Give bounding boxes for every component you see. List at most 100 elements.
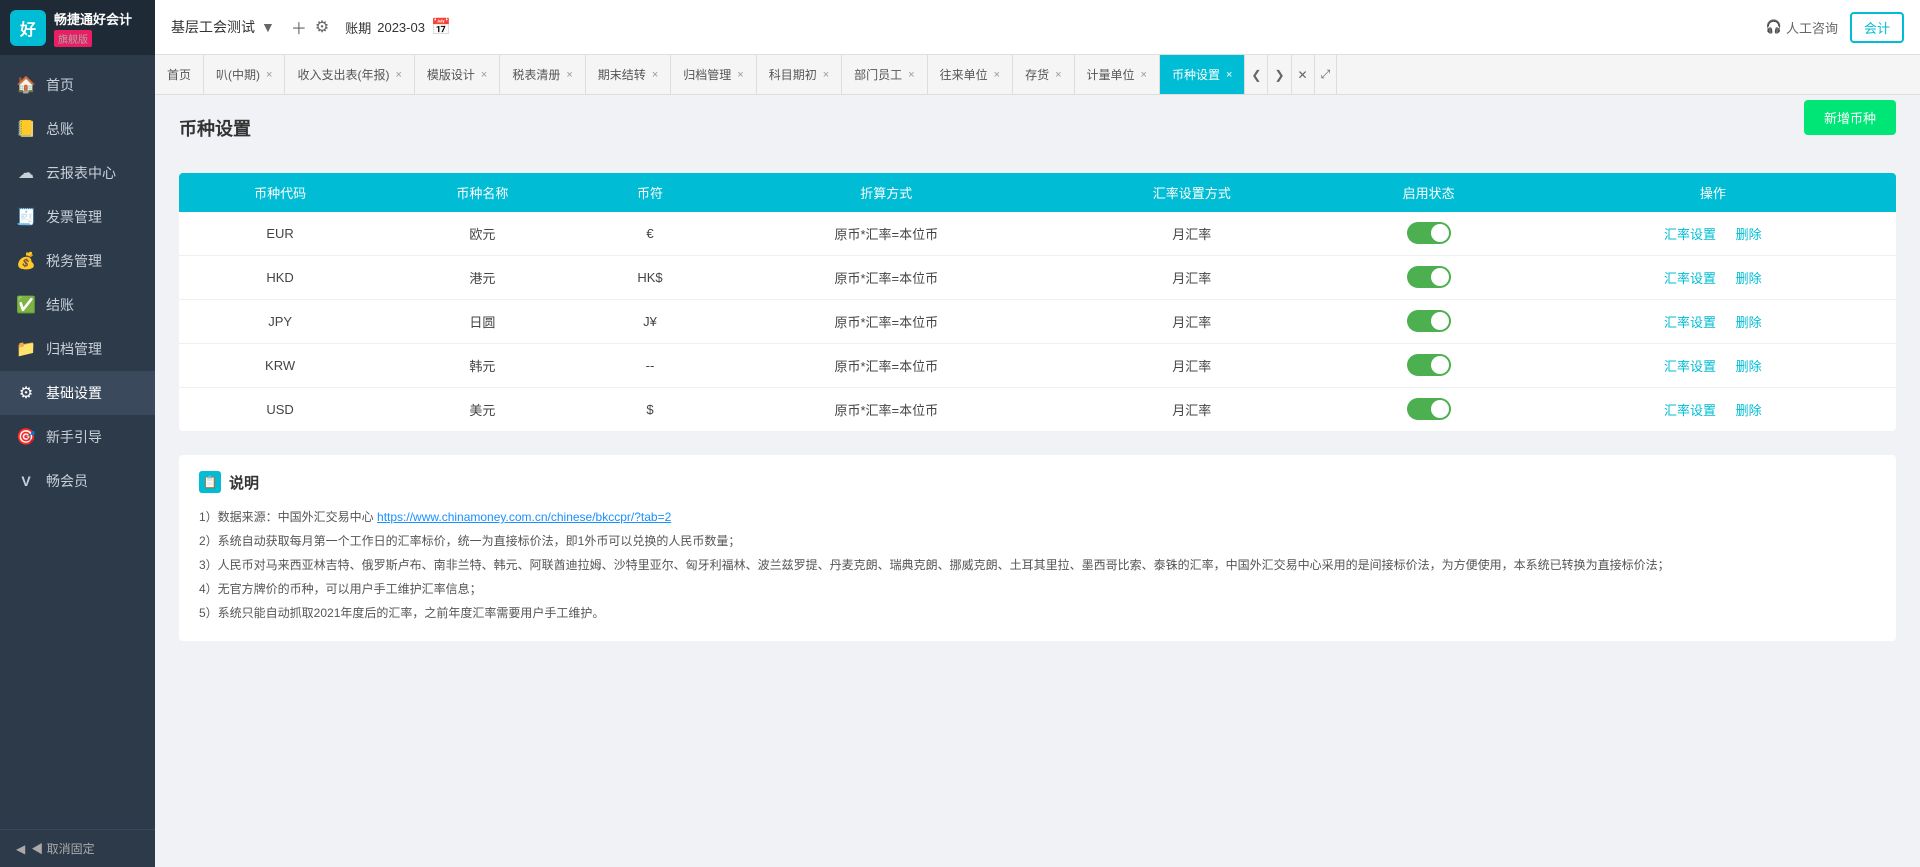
tab-period-end[interactable]: 期末结转 ×: [586, 55, 671, 95]
enabled-toggle[interactable]: [1407, 398, 1451, 420]
app-logo-text: 畅捷通好会计 旗舰版: [54, 9, 132, 47]
cell-enabled: [1327, 256, 1529, 300]
delete-link[interactable]: 删除: [1736, 403, 1762, 418]
account-button[interactable]: 会计: [1850, 12, 1904, 43]
col-actions: 操作: [1530, 173, 1896, 212]
rate-setting-link[interactable]: 汇率设置: [1664, 359, 1716, 374]
delete-link[interactable]: 删除: [1736, 315, 1762, 330]
tab-inventory[interactable]: 存货 ×: [1013, 55, 1074, 95]
page-title: 币种设置: [179, 115, 251, 141]
member-icon: V: [16, 471, 36, 491]
settings-icon: ⚙: [16, 383, 36, 403]
tab-unit[interactable]: 计量单位 ×: [1075, 55, 1160, 95]
tab-close-dept[interactable]: ×: [908, 69, 914, 81]
sidebar-item-home[interactable]: 🏠 首页: [0, 63, 155, 107]
tab-tax-list[interactable]: 税表清册 ×: [500, 55, 585, 95]
toggle-thumb: [1431, 312, 1449, 330]
cell-rate-type: 月汇率: [1056, 344, 1327, 388]
sidebar-nav: 🏠 首页 📒 总账 ☁ 云报表中心 🧾 发票管理 💰 税务管理 ✅ 结账 📁 归…: [0, 55, 155, 829]
rate-setting-link[interactable]: 汇率设置: [1664, 315, 1716, 330]
tab-close-subject[interactable]: ×: [823, 69, 829, 81]
period-label: 账期: [345, 18, 371, 37]
rate-setting-link[interactable]: 汇率设置: [1664, 227, 1716, 242]
tab-close-annual[interactable]: ×: [395, 69, 401, 81]
enabled-toggle[interactable]: [1407, 266, 1451, 288]
cell-code: HKD: [179, 256, 381, 300]
tab-nav-next[interactable]: ❯: [1268, 55, 1291, 95]
period-selector[interactable]: 账期 2023-03 📅: [345, 17, 451, 37]
tab-subject-init[interactable]: 科目期初 ×: [757, 55, 842, 95]
tab-close-archive[interactable]: ×: [737, 69, 743, 81]
archive-icon: 📁: [16, 339, 36, 359]
sidebar-item-archive[interactable]: 📁 归档管理: [0, 327, 155, 371]
delete-link[interactable]: 删除: [1736, 359, 1762, 374]
cell-name: 日圆: [381, 300, 583, 344]
enabled-toggle[interactable]: [1407, 222, 1451, 244]
toggle-thumb: [1431, 400, 1449, 418]
tab-expand[interactable]: ⤢: [1315, 55, 1338, 95]
tab-home[interactable]: 首页: [155, 55, 204, 95]
project-selector[interactable]: 基层工会测试 ▼: [171, 17, 291, 37]
table-row: KRW 韩元 -- 原币*汇率=本位币 月汇率 汇率设置 删除: [179, 344, 1896, 388]
sidebar-logo: 好 畅捷通好会计 旗舰版: [0, 0, 155, 55]
col-symbol: 币符: [583, 173, 716, 212]
tab-close-template[interactable]: ×: [481, 69, 487, 81]
tab-close-period[interactable]: ×: [652, 69, 658, 81]
sidebar-collapse-btn[interactable]: ◀ ◀ 取消固定: [0, 829, 155, 867]
cell-code: KRW: [179, 344, 381, 388]
tab-annual-report[interactable]: 收入支出表(年报) ×: [285, 55, 414, 95]
new-currency-button[interactable]: 新增币种: [1804, 100, 1896, 135]
rate-setting-link[interactable]: 汇率设置: [1664, 403, 1716, 418]
app-logo-icon: 好: [10, 10, 46, 46]
cell-enabled: [1327, 344, 1529, 388]
sidebar: 好 畅捷通好会计 旗舰版 🏠 首页 📒 总账 ☁ 云报表中心 🧾 发票管理 💰 …: [0, 0, 155, 867]
note-3: 3）人民币对马来西亚林吉特、俄罗斯卢布、南非兰特、韩元、阿联酋迪拉姆、沙特里亚尔…: [199, 553, 1876, 577]
sidebar-item-settings[interactable]: ⚙ 基础设置: [0, 371, 155, 415]
rate-setting-link[interactable]: 汇率设置: [1664, 271, 1716, 286]
add-tab-button[interactable]: ＋: [291, 15, 307, 39]
tab-close-tax[interactable]: ×: [566, 69, 572, 81]
tab-close-currency[interactable]: ×: [1226, 69, 1232, 81]
tab-nav-prev[interactable]: ❮: [1245, 55, 1268, 95]
tab-contacts[interactable]: 往来单位 ×: [928, 55, 1013, 95]
sidebar-item-member[interactable]: V 畅会员: [0, 459, 155, 503]
notes-icon: 📋: [199, 471, 221, 493]
delete-link[interactable]: 删除: [1736, 227, 1762, 242]
tab-close-contacts[interactable]: ×: [994, 69, 1000, 81]
topbar-settings-icon[interactable]: ⚙: [315, 17, 329, 37]
table-row: HKD 港元 HK$ 原币*汇率=本位币 月汇率 汇率设置 删除: [179, 256, 1896, 300]
cell-method: 原币*汇率=本位币: [716, 212, 1056, 256]
tab-template[interactable]: 模版设计 ×: [415, 55, 500, 95]
calendar-icon[interactable]: 📅: [431, 17, 451, 37]
tab-close-interim[interactable]: ×: [266, 69, 272, 81]
tab-dept[interactable]: 部门员工 ×: [842, 55, 927, 95]
tab-close-inventory[interactable]: ×: [1055, 69, 1061, 81]
china-money-link[interactable]: https://www.chinamoney.com.cn/chinese/bk…: [377, 510, 671, 524]
col-name: 币种名称: [381, 173, 583, 212]
enabled-toggle[interactable]: [1407, 354, 1451, 376]
sidebar-item-checkout[interactable]: ✅ 结账: [0, 283, 155, 327]
main-area: 基层工会测试 ▼ ＋ ⚙ 账期 2023-03 📅 🎧 人工咨询 会计 首页 叭…: [155, 0, 1920, 867]
tab-close-all[interactable]: ✕: [1292, 55, 1315, 95]
consult-button[interactable]: 🎧 人工咨询: [1766, 18, 1838, 37]
sidebar-item-guide[interactable]: 🎯 新手引导: [0, 415, 155, 459]
tab-interim[interactable]: 叭(中期) ×: [204, 55, 285, 95]
enabled-toggle[interactable]: [1407, 310, 1451, 332]
tab-currency[interactable]: 币种设置 ×: [1160, 55, 1245, 95]
delete-link[interactable]: 删除: [1736, 271, 1762, 286]
note-5: 5）系统只能自动抓取2021年度后的汇率，之前年度汇率需要用户手工维护。: [199, 601, 1876, 625]
toggle-thumb: [1431, 268, 1449, 286]
tab-close-unit[interactable]: ×: [1141, 69, 1147, 81]
sidebar-item-ledger[interactable]: 📒 总账: [0, 107, 155, 151]
cell-rate-type: 月汇率: [1056, 300, 1327, 344]
tab-archive[interactable]: 归档管理 ×: [671, 55, 756, 95]
toggle-thumb: [1431, 224, 1449, 242]
sidebar-item-tax[interactable]: 💰 税务管理: [0, 239, 155, 283]
sidebar-item-invoice[interactable]: 🧾 发票管理: [0, 195, 155, 239]
table-row: USD 美元 $ 原币*汇率=本位币 月汇率 汇率设置 删除: [179, 388, 1896, 432]
sidebar-item-reports[interactable]: ☁ 云报表中心: [0, 151, 155, 195]
note-4: 4）无官方牌价的币种，可以用户手工维护汇率信息；: [199, 577, 1876, 601]
tab-bar: 首页 叭(中期) × 收入支出表(年报) × 模版设计 × 税表清册 × 期末结…: [155, 55, 1920, 95]
notes-title: 📋 说明: [199, 471, 1876, 493]
content-area: 币种设置 新增币种 币种代码 币种名称 币符 折算方式 汇率设置方式 启用状态 …: [155, 95, 1920, 867]
